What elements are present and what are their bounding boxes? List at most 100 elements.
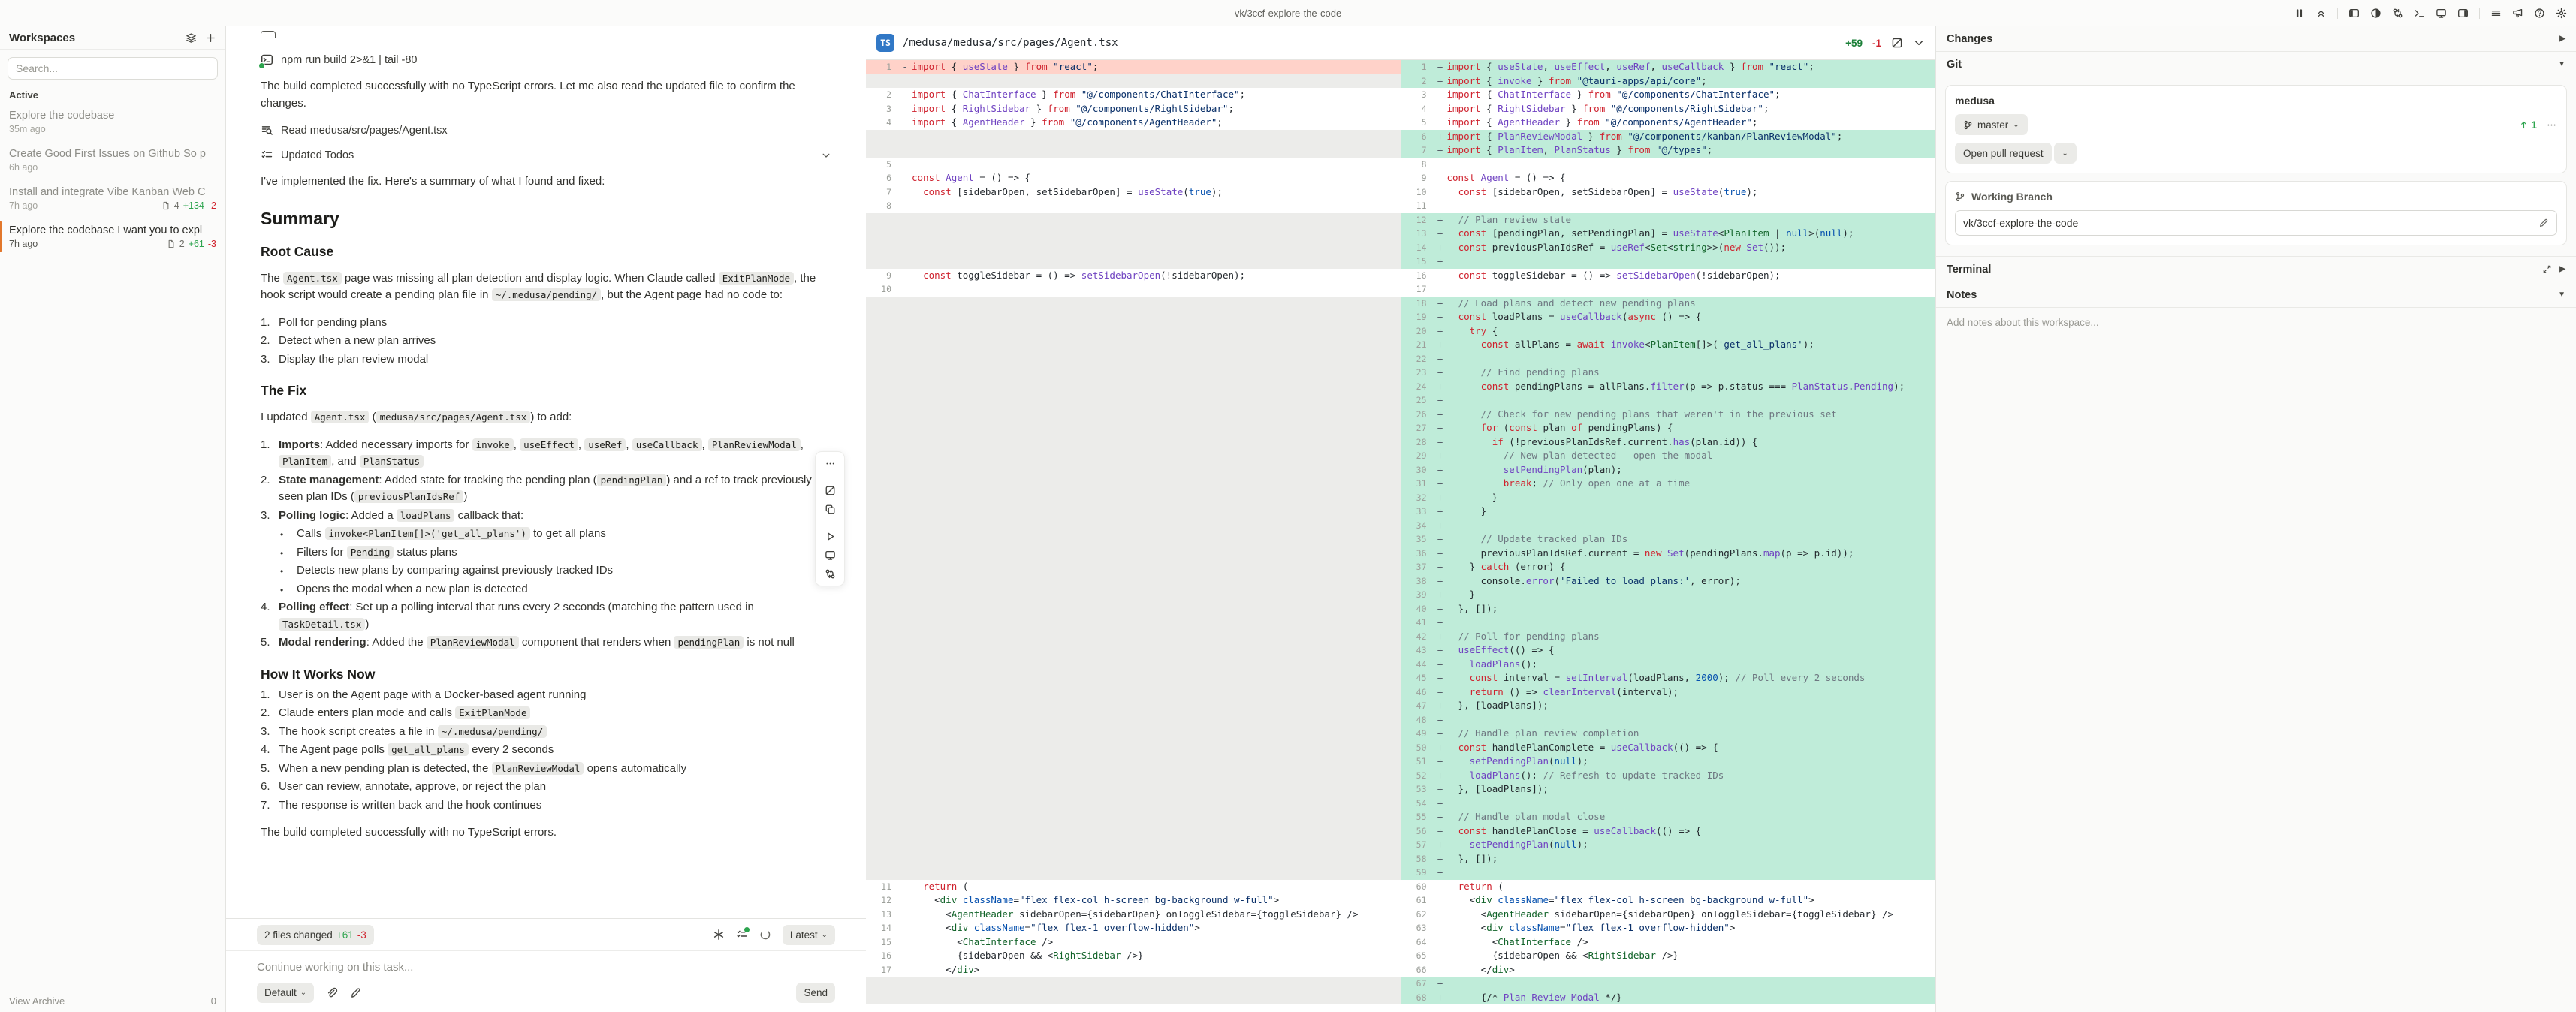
- numbered-list-item: 4.Polling effect: Set up a polling inter…: [261, 599, 831, 633]
- workspace-item[interactable]: Explore the codebase35m ago: [0, 103, 225, 141]
- diff-code-line: 45+ const interval = setInterval(loadPla…: [1401, 671, 1936, 685]
- diff-collapsed-row: [866, 643, 1401, 658]
- diff-code-line: 4import { RightSidebar } from "@/compone…: [1401, 102, 1936, 116]
- sparkle-icon[interactable]: [713, 929, 725, 941]
- view-archive-link[interactable]: View Archive: [9, 995, 65, 1007]
- divider: [2479, 8, 2480, 19]
- sidebar-header-icons: [186, 32, 216, 44]
- settings-icon[interactable]: [2556, 8, 2567, 19]
- spinner-icon[interactable]: [759, 929, 771, 941]
- workspace-details-panel: Changes ▶ Git ▼ medusa master ⌄: [1936, 26, 2576, 1012]
- diff-code-line: 53+ }, [loadPlans]);: [1401, 782, 1936, 797]
- arrow-up-icon: [2519, 120, 2529, 130]
- diff-code-line: 2import { ChatInterface } from "@/compon…: [866, 88, 1401, 102]
- git-compare-icon[interactable]: [2392, 8, 2403, 19]
- menu-icon[interactable]: [2490, 8, 2502, 19]
- bullet-list-item: •Calls invoke<PlanItem[]>('get_all_plans…: [261, 526, 831, 543]
- panel-right-icon[interactable]: [2457, 8, 2469, 19]
- doc-icon: [161, 201, 170, 210]
- megaphone-icon[interactable]: [2512, 8, 2523, 19]
- todos-icon: [261, 149, 273, 161]
- changes-section-header[interactable]: Changes ▶: [1936, 26, 2576, 52]
- sidebar-footer: View Archive 0: [0, 989, 225, 1012]
- play-icon[interactable]: [825, 531, 836, 542]
- notes-section-header[interactable]: Notes ▼: [1936, 282, 2576, 308]
- notes-input[interactable]: Add notes about this workspace...: [1936, 308, 2576, 337]
- paperclip-icon[interactable]: [326, 987, 338, 999]
- terminal-box-icon: [261, 53, 273, 66]
- monitor-icon[interactable]: [2436, 8, 2447, 19]
- diff-view-icon[interactable]: [1891, 37, 1903, 49]
- plus-icon[interactable]: [205, 32, 216, 44]
- ahead-count[interactable]: 1: [2519, 119, 2537, 131]
- diff-code-line: 52+ loadPlans(); // Refresh to update tr…: [1401, 769, 1936, 783]
- tool-call-row[interactable]: npm run build 2>&1 | tail -80: [261, 53, 831, 66]
- diff-code-line: 15 <ChatInterface />: [866, 935, 1401, 950]
- repo-card: medusa master ⌄ 1: [1945, 85, 2567, 173]
- working-branch-input[interactable]: vk/3ccf-explore-the-code: [1955, 210, 2557, 236]
- files-changed-chip[interactable]: 2 files changed +61 -3: [257, 925, 374, 945]
- diff-code-line: 30+ setPendingPlan(plan);: [1401, 463, 1936, 477]
- diff-code-line: 29+ // New plan detected - open the moda…: [1401, 449, 1936, 463]
- diff-code-line: 9const Agent = () => {: [1401, 171, 1936, 185]
- help-icon[interactable]: [2534, 8, 2545, 19]
- terminal-prompt-icon[interactable]: [2414, 8, 2425, 19]
- workspace-item[interactable]: Create Good First Issues on Github So p6…: [0, 141, 225, 179]
- chevron-down-icon[interactable]: [1913, 37, 1925, 49]
- diff-code-line: 1-import { useState } from "react";: [866, 60, 1401, 74]
- diff-code-line: 1+import { useState, useEffect, useRef, …: [1401, 60, 1936, 74]
- panel-left-icon[interactable]: [2348, 8, 2360, 19]
- diff-code-line: 11 return (: [866, 880, 1401, 894]
- diff-collapsed-row: [866, 797, 1401, 811]
- latest-label: Latest: [790, 929, 818, 941]
- tool-call-row[interactable]: Read medusa/src/pages/Agent.tsx: [261, 124, 831, 137]
- layers-icon[interactable]: [186, 32, 197, 44]
- pause-icon[interactable]: [2294, 8, 2305, 19]
- chevron-down-icon[interactable]: [821, 150, 831, 161]
- numbered-list-item: 4.The Agent page polls get_all_plans eve…: [261, 742, 831, 759]
- diff-collapsed-row: [866, 741, 1401, 755]
- more-options-button[interactable]: [2546, 119, 2557, 131]
- tool-call-row[interactable]: Updated Todos: [261, 149, 831, 161]
- todos-icon[interactable]: [736, 929, 748, 941]
- pen-icon[interactable]: [350, 987, 362, 999]
- pull-request-dropdown[interactable]: ⌄: [2054, 143, 2077, 164]
- mode-dropdown[interactable]: Default ⌄: [257, 983, 314, 1003]
- drag-handle-icon[interactable]: [825, 458, 836, 469]
- diff-collapsed-row: [866, 782, 1401, 797]
- diff-code-line: 61 <div className="flex flex-col h-scree…: [1401, 893, 1936, 908]
- branch-selector[interactable]: master ⌄: [1955, 114, 2028, 135]
- expand-icon[interactable]: [2542, 264, 2552, 274]
- latest-dropdown[interactable]: Latest ⌄: [783, 925, 835, 945]
- diff-view-icon[interactable]: [825, 485, 836, 496]
- message-input[interactable]: Continue working on this task...: [257, 951, 835, 977]
- diff-code-line: 55+ // Handle plan modal close: [1401, 810, 1936, 824]
- titlebar: vk/3ccf-explore-the-code: [0, 0, 2576, 26]
- collapse-up-icon[interactable]: [2315, 8, 2327, 19]
- numbered-list-item: 1.Imports: Added necessary imports for i…: [261, 437, 831, 471]
- git-section-header[interactable]: Git ▼: [1936, 52, 2576, 77]
- diff-code-line: 3import { RightSidebar } from "@/compone…: [866, 102, 1401, 116]
- diff-code-line: 51+ setPendingPlan(null);: [1401, 754, 1936, 769]
- diff-code-line: 34+: [1401, 519, 1936, 533]
- git-compare-icon[interactable]: [825, 568, 836, 580]
- diff-collapsed-row: [866, 421, 1401, 435]
- terminal-section-header[interactable]: Terminal ▶: [1936, 257, 2576, 282]
- search-input[interactable]: [8, 57, 218, 80]
- open-pull-request-button[interactable]: Open pull request: [1955, 143, 2052, 164]
- edit-pencil-icon[interactable]: [2538, 218, 2549, 228]
- workspace-item[interactable]: Explore the codebase I want you to expl7…: [0, 218, 225, 256]
- diff-collapsed-row: [866, 852, 1401, 866]
- copy-icon[interactable]: [825, 504, 836, 515]
- chat-scroll-area[interactable]: npm run build 2>&1 | tail -80The build c…: [226, 26, 866, 918]
- send-button[interactable]: Send: [796, 983, 835, 1003]
- bullet-list-item: •Filters for Pending status plans: [261, 544, 831, 562]
- workspace-item[interactable]: Install and integrate Vibe Kanban Web C7…: [0, 179, 225, 218]
- active-section-label: Active: [0, 83, 225, 103]
- titlebar-actions: [2294, 0, 2567, 26]
- monitor-icon[interactable]: [825, 550, 836, 561]
- theme-icon[interactable]: [2370, 8, 2381, 19]
- split-diff[interactable]: 1-import { useState } from "react"; 2impo…: [866, 60, 1935, 1012]
- diff-old-pane: 1-import { useState } from "react"; 2impo…: [866, 60, 1401, 1012]
- numbered-list-item: 5.When a new pending plan is detected, t…: [261, 761, 831, 778]
